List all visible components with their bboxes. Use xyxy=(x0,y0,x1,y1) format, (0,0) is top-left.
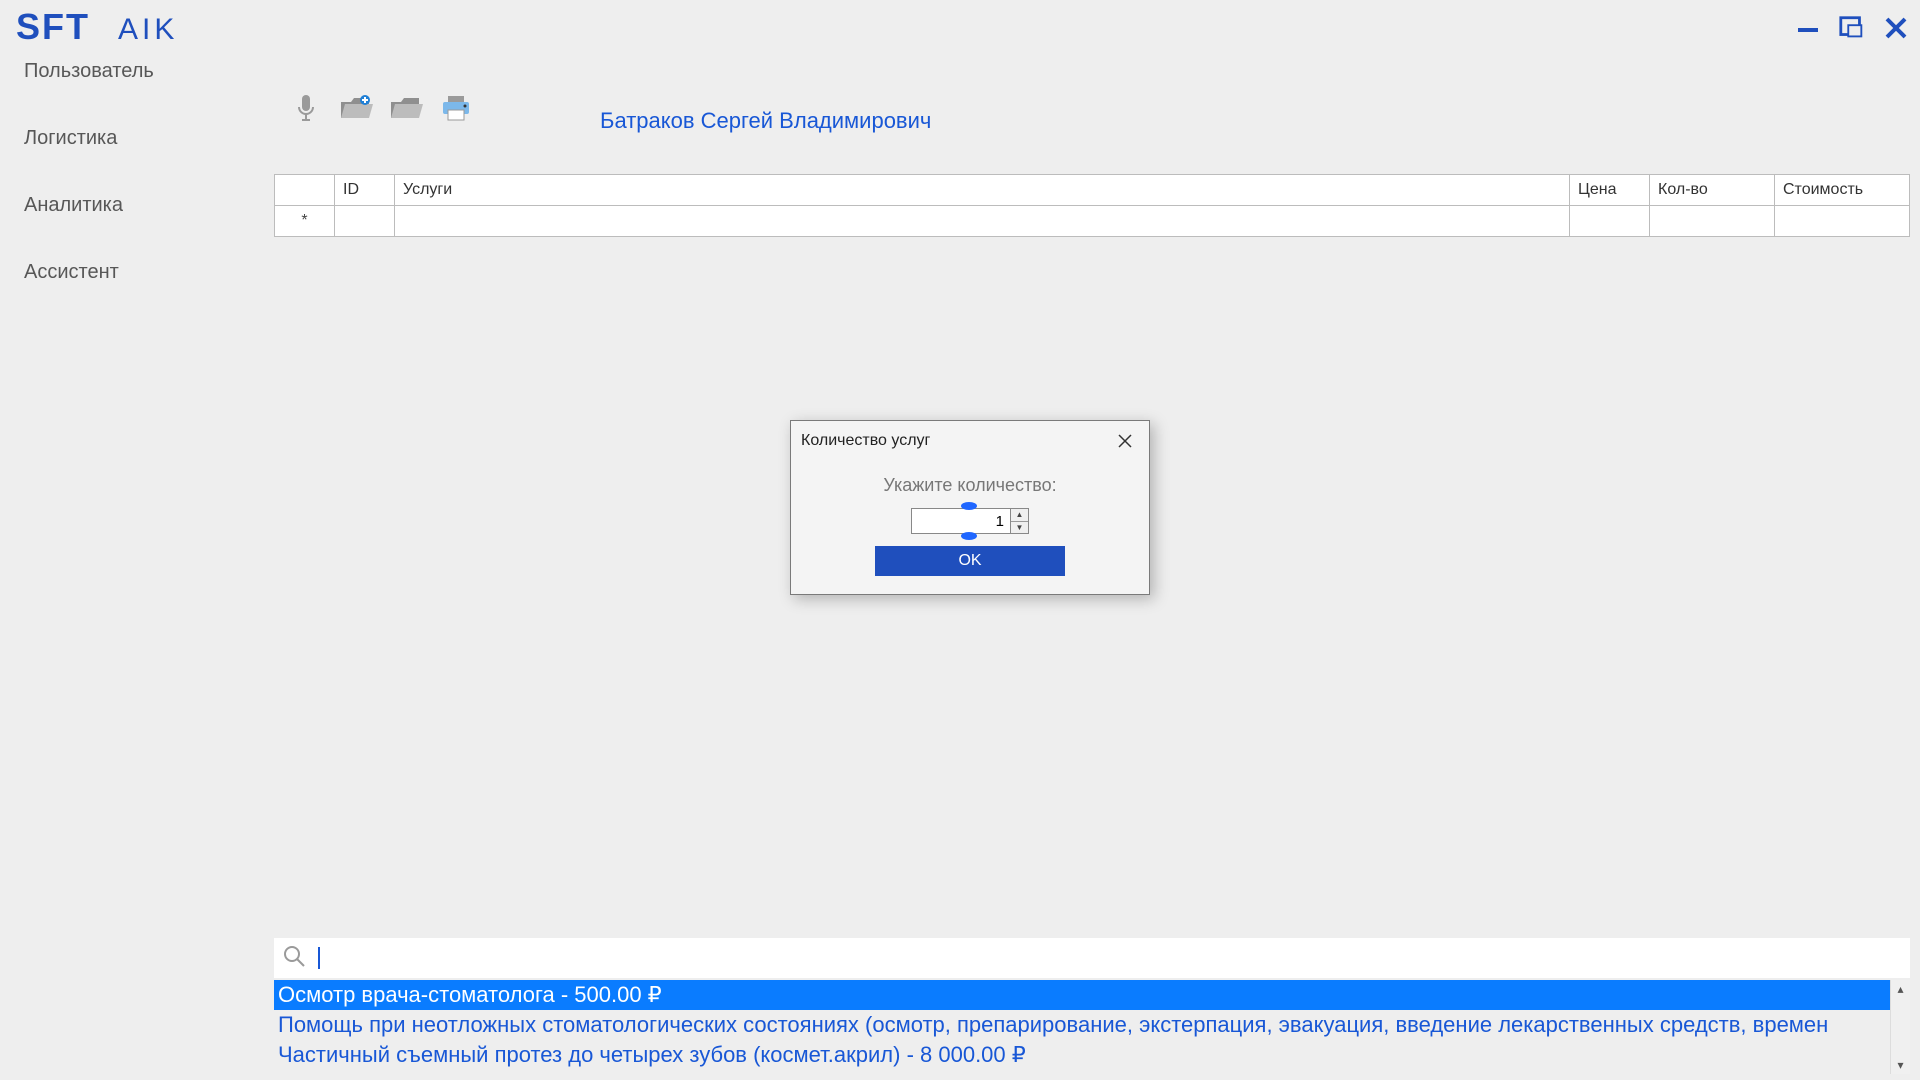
cell-id[interactable] xyxy=(335,206,395,237)
spinner-buttons: ▲ ▼ xyxy=(1011,508,1029,534)
search-icon xyxy=(282,944,306,973)
folder-add-icon[interactable] xyxy=(338,90,374,126)
table-header-row: ID Услуги Цена Кол-во Стоимость xyxy=(275,175,1910,206)
microphone-icon[interactable] xyxy=(288,90,324,126)
dialog-body: Укажите количество: ▲ ▼ OK xyxy=(791,461,1149,594)
app-logo: SFT AIK xyxy=(16,7,256,52)
sidebar-item-analytics[interactable]: Аналитика xyxy=(24,194,270,217)
new-row-marker: * xyxy=(275,206,335,237)
table-new-row[interactable]: * xyxy=(275,206,1910,237)
services-table: ID Услуги Цена Кол-во Стоимость * xyxy=(274,174,1910,237)
quantity-input[interactable] xyxy=(911,508,1011,534)
svg-text:SFT: SFT xyxy=(16,7,90,47)
cell-cost[interactable] xyxy=(1775,206,1910,237)
text-caret xyxy=(318,947,320,969)
col-price: Цена xyxy=(1570,175,1650,206)
selection-handle-icon xyxy=(961,532,977,540)
sidebar-item-assistant[interactable]: Ассистент xyxy=(24,261,270,284)
patient-name: Батраков Сергей Владимирович xyxy=(600,108,931,133)
dialog-prompt: Укажите количество: xyxy=(883,475,1056,496)
ok-button[interactable]: OK xyxy=(875,546,1065,576)
close-button[interactable] xyxy=(1882,14,1910,42)
patient-name-wrap: Батраков Сергей Владимирович xyxy=(600,108,931,134)
print-icon[interactable] xyxy=(438,90,474,126)
service-item[interactable]: Осмотр врача-стоматолога - 500.00 ₽ xyxy=(274,980,1890,1010)
dialog-titlebar[interactable]: Количество услуг xyxy=(791,421,1149,461)
sidebar-item-logistics[interactable]: Логистика xyxy=(24,127,270,150)
scroll-up-icon[interactable]: ▴ xyxy=(1891,980,1910,998)
dialog-close-button[interactable] xyxy=(1111,427,1139,455)
minimize-button[interactable] xyxy=(1794,14,1822,42)
title-bar: SFT AIK xyxy=(0,0,1920,52)
spinner-up-button[interactable]: ▲ xyxy=(1011,509,1028,522)
cell-qty[interactable] xyxy=(1650,206,1775,237)
svg-text:AIK: AIK xyxy=(118,13,178,46)
scroll-down-icon[interactable]: ▾ xyxy=(1891,1056,1910,1074)
service-item[interactable]: Частичный съемный протез до четырех зубо… xyxy=(274,1040,1890,1070)
col-service: Услуги xyxy=(395,175,1570,206)
services-list: Осмотр врача-стоматолога - 500.00 ₽ Помо… xyxy=(274,980,1910,1074)
services-items: Осмотр врача-стоматолога - 500.00 ₽ Помо… xyxy=(274,980,1890,1074)
service-item[interactable]: Помощь при неотложных стоматологических … xyxy=(274,1010,1890,1040)
col-marker xyxy=(275,175,335,206)
spinner-down-button[interactable]: ▼ xyxy=(1011,522,1028,534)
cell-price[interactable] xyxy=(1570,206,1650,237)
cell-service[interactable] xyxy=(395,206,1570,237)
search-bar xyxy=(274,938,1910,978)
maximize-button[interactable] xyxy=(1838,14,1866,42)
list-scrollbar[interactable]: ▴ ▾ xyxy=(1890,980,1910,1074)
folder-open-icon[interactable] xyxy=(388,90,424,126)
window-controls xyxy=(1794,14,1910,42)
col-id: ID xyxy=(335,175,395,206)
quantity-dialog: Количество услуг Укажите количество: ▲ ▼… xyxy=(790,420,1150,595)
sidebar: Пользователь Логистика Аналитика Ассисте… xyxy=(0,60,270,328)
sidebar-item-user[interactable]: Пользователь xyxy=(24,60,270,83)
toolbar xyxy=(288,90,474,126)
col-qty: Кол-во xyxy=(1650,175,1775,206)
col-cost: Стоимость xyxy=(1775,175,1910,206)
selection-handle-icon xyxy=(961,502,977,510)
quantity-spinner: ▲ ▼ xyxy=(911,508,1029,534)
search-input[interactable] xyxy=(312,945,1902,971)
dialog-title: Количество услуг xyxy=(801,432,930,450)
